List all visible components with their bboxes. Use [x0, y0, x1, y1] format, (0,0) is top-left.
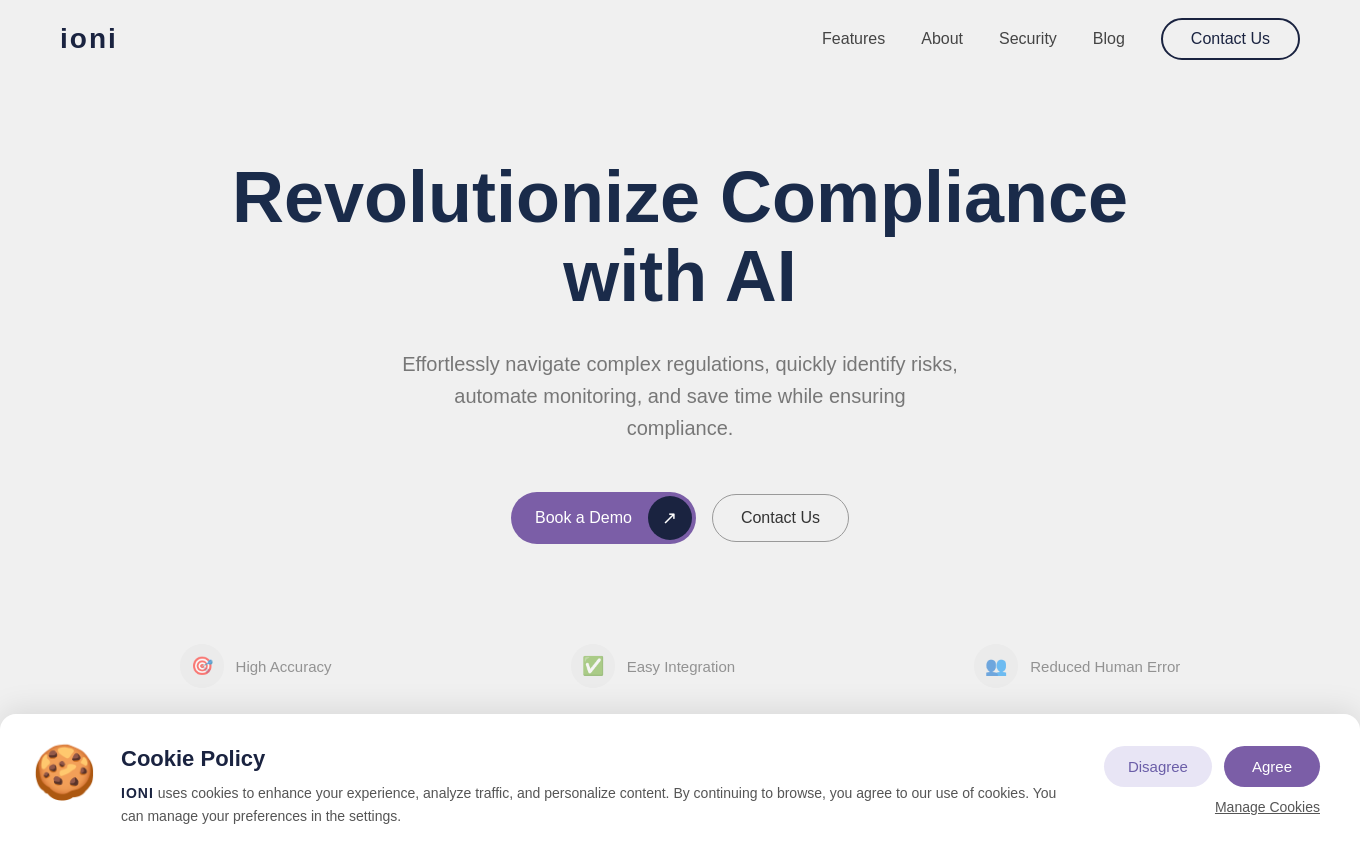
integration-label: Easy Integration	[627, 658, 735, 675]
hero-section: Revolutionize Compliance with AI Effortl…	[0, 78, 1360, 604]
cookie-content: Cookie Policy IONI uses cookies to enhan…	[121, 746, 1080, 827]
arrow-icon: ↗	[648, 496, 692, 540]
book-demo-label: Book a Demo	[535, 509, 648, 527]
brand-logo[interactable]: ioni	[60, 23, 118, 55]
cookie-buttons: Disagree Agree	[1104, 746, 1320, 787]
nav-contact-button[interactable]: Contact Us	[1161, 18, 1300, 60]
hero-buttons: Book a Demo ↗ Contact Us	[511, 492, 849, 544]
disagree-button[interactable]: Disagree	[1104, 746, 1212, 787]
feature-item-accuracy: 🎯 High Accuracy	[180, 644, 332, 688]
contact-us-button[interactable]: Contact Us	[712, 494, 849, 542]
nav-link-blog[interactable]: Blog	[1093, 30, 1125, 48]
cookie-brand: IONI	[121, 785, 154, 801]
feature-item-integration: ✅ Easy Integration	[571, 644, 735, 688]
feature-item-human-error: 👥 Reduced Human Error	[974, 644, 1180, 688]
cookie-policy-title: Cookie Policy	[121, 746, 1080, 772]
manage-cookies-link[interactable]: Manage Cookies	[1215, 799, 1320, 815]
book-demo-button[interactable]: Book a Demo ↗	[511, 492, 696, 544]
cookie-emoji-icon: 🍪	[32, 746, 97, 798]
cookie-description: IONI uses cookies to enhance your experi…	[121, 782, 1080, 827]
nav-links: Features About Security Blog Contact Us	[822, 18, 1300, 60]
agree-button[interactable]: Agree	[1224, 746, 1320, 787]
human-error-icon: 👥	[974, 644, 1018, 688]
accuracy-icon: 🎯	[180, 644, 224, 688]
nav-link-about[interactable]: About	[921, 30, 963, 48]
human-error-label: Reduced Human Error	[1030, 658, 1180, 675]
features-bar: 🎯 High Accuracy ✅ Easy Integration 👥 Red…	[0, 624, 1360, 708]
cookie-actions: Disagree Agree Manage Cookies	[1104, 746, 1320, 815]
integration-icon: ✅	[571, 644, 615, 688]
hero-title: Revolutionize Compliance with AI	[232, 158, 1128, 316]
nav-link-security[interactable]: Security	[999, 30, 1057, 48]
cookie-banner: 🍪 Cookie Policy IONI uses cookies to enh…	[0, 714, 1360, 859]
accuracy-label: High Accuracy	[236, 658, 332, 675]
cookie-icon-wrap: 🍪	[32, 746, 97, 798]
nav-link-features[interactable]: Features	[822, 30, 885, 48]
navbar: ioni Features About Security Blog Contac…	[0, 0, 1360, 78]
hero-subtitle: Effortlessly navigate complex regulation…	[400, 348, 960, 444]
